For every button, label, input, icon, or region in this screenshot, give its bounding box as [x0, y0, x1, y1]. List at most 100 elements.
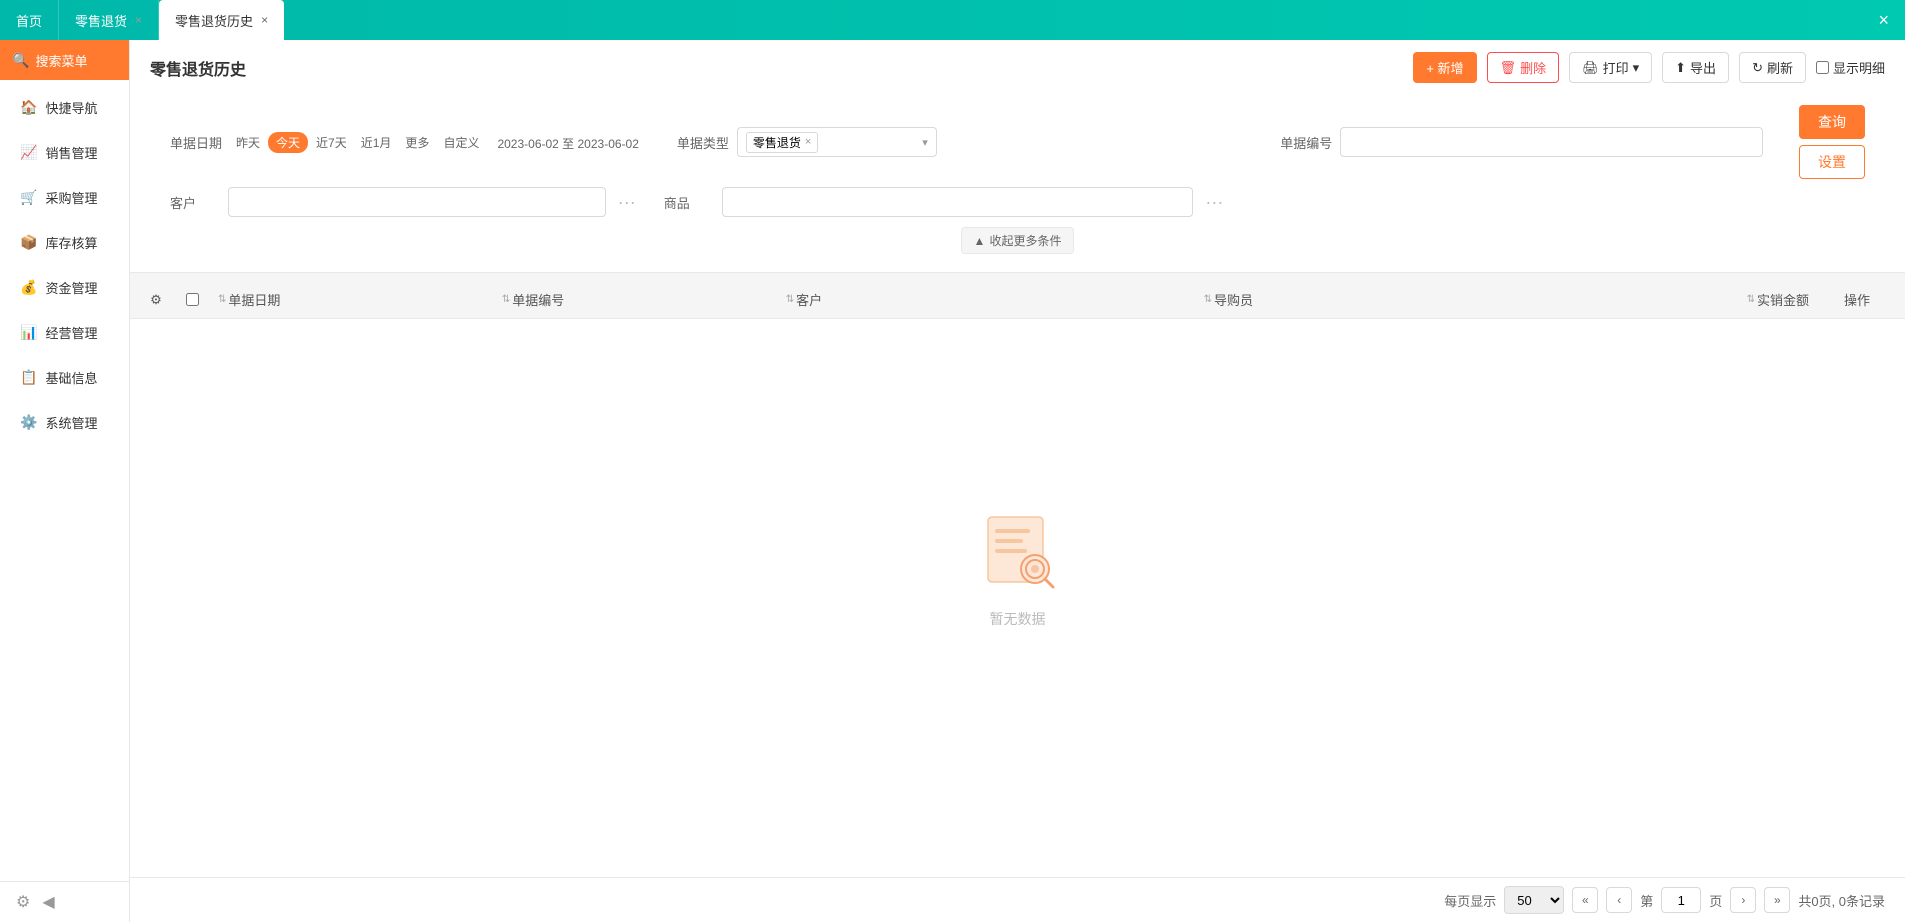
page-first-button[interactable]: «	[1572, 887, 1598, 913]
empty-state-illustration	[973, 507, 1063, 597]
sidebar-item-inventory[interactable]: 📦 库存核算	[4, 221, 125, 264]
page-first-icon: «	[1582, 893, 1589, 907]
collapse-button[interactable]: ▲ 收起更多条件	[961, 227, 1075, 254]
filter-area: 单据日期 昨天 今天 近7天 近1月 更多 自定义 2023	[150, 95, 1885, 272]
doc-no-label: 单据编号	[1280, 133, 1332, 152]
query-button-label: 查询	[1818, 112, 1846, 132]
sidebar-item-sales-mgmt[interactable]: 📈 销售管理	[4, 131, 125, 174]
tab-retail-return-close[interactable]: ×	[135, 13, 142, 27]
type-filter-label: 单据类型	[677, 133, 729, 152]
filter-row-2: 客户 ··· 商品 ···	[170, 187, 1865, 217]
type-select[interactable]: 零售退货 × ▾	[737, 127, 937, 157]
col-guide-label: 导购员	[1214, 290, 1253, 309]
sort-no-icon: ⇅	[502, 294, 510, 305]
tab-retail-return[interactable]: 零售退货 ×	[59, 0, 159, 40]
shortcut-yesterday[interactable]: 昨天	[230, 132, 266, 153]
print-dropdown-icon: ▾	[1633, 60, 1640, 76]
add-button[interactable]: + 新增	[1413, 52, 1476, 83]
shortcut-7days[interactable]: 近7天	[310, 132, 353, 153]
goods-picker-icon[interactable]: ···	[1201, 192, 1227, 213]
page-prev-button[interactable]: ‹	[1606, 887, 1632, 913]
delete-icon: 🗑	[1500, 60, 1517, 76]
tab-retail-return-history-label: 零售退货历史	[175, 11, 253, 30]
type-tag: 零售退货 ×	[746, 132, 818, 153]
pagination-bar: 每页显示 50 100 200 « ‹ 第 页 › » 共0页, 0条记录	[130, 877, 1905, 922]
sidebar-settings-button[interactable]: ⚙	[16, 892, 30, 912]
doc-no-input[interactable]	[1340, 127, 1763, 157]
col-settings[interactable]: ⚙	[138, 292, 174, 308]
add-button-label: + 新增	[1426, 58, 1463, 77]
col-action-label: 操作	[1844, 290, 1870, 309]
search-menu-button[interactable]: 🔍 搜索菜单	[0, 40, 129, 80]
doc-no-filter-item: 单据编号	[1280, 127, 1763, 157]
basic-info-icon: 📋	[20, 369, 37, 386]
col-guide[interactable]: ⇅ 导购员	[1196, 290, 1533, 309]
settings-gear-icon[interactable]: ⚙	[150, 292, 162, 308]
sidebar-item-basic-info-label: 基础信息	[45, 368, 97, 387]
show-detail-label: 显示明细	[1833, 58, 1885, 77]
export-button-label: 导出	[1690, 58, 1716, 77]
col-customer[interactable]: ⇅ 客户	[778, 290, 1196, 309]
print-button[interactable]: 🖨 打印 ▾	[1569, 52, 1652, 83]
shortcut-1month[interactable]: 近1月	[355, 132, 398, 153]
sort-customer-icon: ⇅	[786, 294, 794, 305]
page-size-select[interactable]: 50 100 200	[1504, 886, 1564, 914]
show-detail-checkbox-label[interactable]: 显示明细	[1816, 58, 1885, 77]
search-icon: 🔍	[12, 52, 29, 69]
customer-filter-item: 客户 ···	[170, 187, 640, 217]
page-last-button[interactable]: »	[1764, 887, 1790, 913]
date-filter-item: 单据日期 昨天 今天 近7天 近1月 更多 自定义 2023	[170, 132, 653, 153]
sidebar-item-quick-nav-label: 快捷导航	[45, 98, 97, 117]
collapse-up-icon: ▲	[974, 234, 986, 248]
page-next-icon: ›	[1741, 893, 1745, 907]
sidebar-item-system-mgmt[interactable]: ⚙️ 系统管理	[4, 401, 125, 444]
select-all-checkbox[interactable]	[186, 293, 199, 306]
export-button[interactable]: ⬆ 导出	[1662, 52, 1729, 83]
shortcut-more[interactable]: 更多	[399, 132, 435, 153]
sidebar-item-operations-label: 经营管理	[45, 323, 97, 342]
sidebar-item-finance[interactable]: 💰 资金管理	[4, 266, 125, 309]
page-input[interactable]	[1661, 887, 1701, 913]
main-layout: 🔍 搜索菜单 🏠 快捷导航 📈 销售管理 🛒 采购管理 📦 库存核算 💰	[0, 40, 1905, 922]
goods-label: 商品	[664, 193, 714, 212]
tab-retail-return-history-close[interactable]: ×	[261, 13, 268, 27]
system-mgmt-icon: ⚙️	[20, 414, 37, 431]
page-next-button[interactable]: ›	[1730, 887, 1756, 913]
type-tag-remove[interactable]: ×	[805, 136, 811, 148]
search-menu-label: 搜索菜单	[35, 51, 87, 70]
inventory-icon: 📦	[20, 234, 37, 251]
type-tag-label: 零售退货	[753, 134, 801, 151]
tab-home[interactable]: 首页	[0, 0, 59, 40]
goods-input[interactable]	[722, 187, 1194, 217]
shortcut-today[interactable]: 今天	[268, 132, 308, 153]
query-button[interactable]: 查询	[1799, 105, 1865, 139]
refresh-button-label: 刷新	[1767, 58, 1793, 77]
date-filter-label: 单据日期	[170, 133, 222, 152]
filter-settings-button[interactable]: 设置	[1799, 145, 1865, 179]
col-no[interactable]: ⇅ 单据编号	[494, 290, 778, 309]
date-shortcuts: 昨天 今天 近7天 近1月 更多 自定义	[230, 132, 485, 153]
shortcut-custom[interactable]: 自定义	[437, 132, 485, 153]
customer-input[interactable]	[228, 187, 606, 217]
sidebar-collapse-button[interactable]: ◀	[42, 892, 54, 912]
sidebar-item-basic-info[interactable]: 📋 基础信息	[4, 356, 125, 399]
col-amount[interactable]: ⇅ 实销金额	[1533, 290, 1817, 309]
table-header: ⚙ ⇅ 单据日期 ⇅ 单据编号 ⇅ 客户 ⇅	[130, 281, 1905, 319]
customer-picker-icon[interactable]: ···	[614, 192, 640, 213]
filter-row-1: 单据日期 昨天 今天 近7天 近1月 更多 自定义 2023	[170, 105, 1865, 179]
show-detail-checkbox[interactable]	[1816, 61, 1829, 74]
sidebar-item-sales-label: 销售管理	[45, 143, 97, 162]
empty-state: 暂无数据	[130, 319, 1905, 877]
delete-button[interactable]: 🗑 删除	[1487, 52, 1560, 83]
sidebar-item-quick-nav[interactable]: 🏠 快捷导航	[4, 86, 125, 129]
page-size-label: 每页显示	[1444, 891, 1496, 910]
export-icon: ⬆	[1675, 60, 1686, 76]
sidebar-item-operations[interactable]: 📊 经营管理	[4, 311, 125, 354]
page-prev-icon: ‹	[1617, 893, 1621, 907]
refresh-button[interactable]: ↻ 刷新	[1739, 52, 1806, 83]
tab-retail-return-history[interactable]: 零售退货历史 ×	[159, 0, 284, 40]
window-close-button[interactable]: ×	[1862, 10, 1905, 31]
sidebar-item-purchase-mgmt[interactable]: 🛒 采购管理	[4, 176, 125, 219]
sidebar-item-inventory-label: 库存核算	[45, 233, 97, 252]
col-date[interactable]: ⇅ 单据日期	[210, 290, 494, 309]
